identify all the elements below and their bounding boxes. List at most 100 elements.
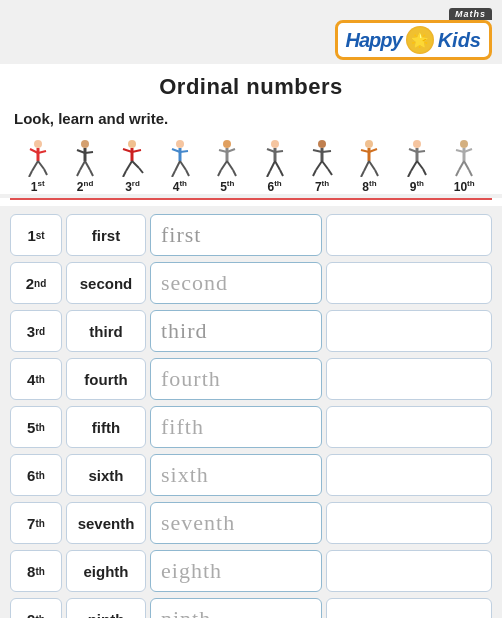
ordinal-write-9[interactable]: [326, 598, 492, 618]
svg-line-12: [80, 161, 85, 170]
svg-line-11: [85, 152, 93, 153]
ordinal-trace-5[interactable]: fifth: [150, 406, 322, 448]
runner-10: 10th: [448, 139, 480, 194]
runner-2: 2nd: [69, 139, 101, 194]
runner-label-7: 7th: [315, 179, 329, 194]
trace-text-4: fourth: [161, 366, 221, 392]
trace-text-9: ninth: [161, 606, 211, 618]
ordinal-number-3: 3rd: [10, 310, 62, 352]
ordinal-write-4[interactable]: [326, 358, 492, 400]
table-row: 9th ninth ninth: [10, 598, 492, 618]
ordinal-write-6[interactable]: [326, 454, 492, 496]
svg-line-6: [29, 171, 32, 177]
runner-label-8: 8th: [362, 179, 376, 194]
ordinal-word-2: second: [66, 262, 146, 304]
ordinal-word-1: first: [66, 214, 146, 256]
svg-line-31: [186, 170, 189, 176]
svg-line-69: [417, 161, 423, 169]
ordinal-trace-8[interactable]: eighth: [150, 550, 322, 592]
runner-8: 8th: [353, 139, 385, 194]
svg-line-14: [77, 170, 80, 176]
svg-line-38: [218, 170, 221, 176]
svg-point-32: [223, 140, 231, 148]
runner-label-9: 9th: [410, 179, 424, 194]
ordinal-number-2: 2nd: [10, 262, 62, 304]
table-row: 2nd second second: [10, 262, 492, 304]
ordinal-write-3[interactable]: [326, 310, 492, 352]
runner-label-2: 2nd: [77, 179, 93, 194]
trace-text-5: fifth: [161, 414, 204, 440]
ordinal-trace-2[interactable]: second: [150, 262, 322, 304]
runners-section: 1st 2nd: [0, 133, 502, 194]
logo-box: Happy 🌟 Kids: [335, 20, 492, 60]
svg-line-44: [270, 161, 275, 171]
ordinal-word-8: eighth: [66, 550, 146, 592]
svg-line-22: [123, 171, 126, 177]
svg-line-53: [322, 161, 328, 169]
svg-line-60: [364, 161, 369, 171]
ordinal-trace-3[interactable]: third: [150, 310, 322, 352]
svg-line-7: [44, 169, 47, 175]
runner-1: 1st: [22, 139, 54, 194]
ordinal-number-9: 9th: [10, 598, 62, 618]
svg-point-56: [365, 140, 373, 148]
runner-4: 4th: [164, 139, 196, 194]
svg-point-40: [271, 140, 279, 148]
svg-line-4: [32, 161, 38, 171]
svg-line-54: [313, 170, 316, 176]
maths-badge: Maths: [449, 8, 492, 20]
svg-line-67: [417, 151, 425, 152]
ordinal-number-5: 5th: [10, 406, 62, 448]
table-row: 6th sixth sixth: [10, 454, 492, 496]
svg-line-29: [180, 161, 186, 170]
runner-7: 7th: [306, 139, 338, 194]
svg-line-47: [280, 170, 283, 176]
table-row: 1st first first: [10, 214, 492, 256]
logo-area: Maths Happy 🌟 Kids: [335, 8, 492, 60]
svg-point-8: [81, 140, 89, 148]
runner-5: 5th: [211, 139, 243, 194]
runner-6: 6th: [259, 139, 291, 194]
runner-label-6: 6th: [268, 179, 282, 194]
svg-line-37: [227, 161, 233, 170]
svg-line-23: [139, 168, 143, 173]
svg-line-63: [375, 170, 378, 176]
instruction: Look, learn and write.: [0, 106, 502, 133]
ordinal-trace-7[interactable]: seventh: [150, 502, 322, 544]
runner-label-3: 3rd: [125, 179, 140, 194]
ordinal-trace-9[interactable]: ninth: [150, 598, 322, 618]
ordinal-write-2[interactable]: [326, 262, 492, 304]
table-row: 5th fifth fifth: [10, 406, 492, 448]
runner-label-4: 4th: [173, 179, 187, 194]
main-title: Ordinal numbers: [0, 74, 502, 100]
ordinal-word-7: seventh: [66, 502, 146, 544]
ordinal-write-7[interactable]: [326, 502, 492, 544]
ordinal-word-9: ninth: [66, 598, 146, 618]
ordinal-number-6: 6th: [10, 454, 62, 496]
svg-point-16: [128, 140, 136, 148]
ordinal-trace-4[interactable]: fourth: [150, 358, 322, 400]
runner-9: 9th: [401, 139, 433, 194]
svg-point-0: [34, 140, 42, 148]
table-row: 4th fourth fourth: [10, 358, 492, 400]
trace-text-1: first: [161, 222, 201, 248]
ordinal-number-8: 8th: [10, 550, 62, 592]
ordinal-word-5: fifth: [66, 406, 146, 448]
ordinal-word-3: third: [66, 310, 146, 352]
svg-line-51: [322, 151, 331, 152]
ordinal-write-1[interactable]: [326, 214, 492, 256]
svg-line-76: [459, 161, 464, 170]
logo-kids: Kids: [438, 29, 481, 52]
ordinal-word-6: sixth: [66, 454, 146, 496]
ordinal-write-5[interactable]: [326, 406, 492, 448]
ordinal-number-1: 1st: [10, 214, 62, 256]
ordinal-trace-1[interactable]: first: [150, 214, 322, 256]
svg-line-13: [85, 161, 90, 170]
trace-text-7: seventh: [161, 510, 235, 536]
trace-text-3: third: [161, 318, 208, 344]
ordinal-write-8[interactable]: [326, 550, 492, 592]
svg-line-62: [361, 171, 364, 177]
ordinal-trace-6[interactable]: sixth: [150, 454, 322, 496]
runner-3: 3rd: [116, 139, 148, 194]
svg-line-15: [90, 170, 93, 176]
